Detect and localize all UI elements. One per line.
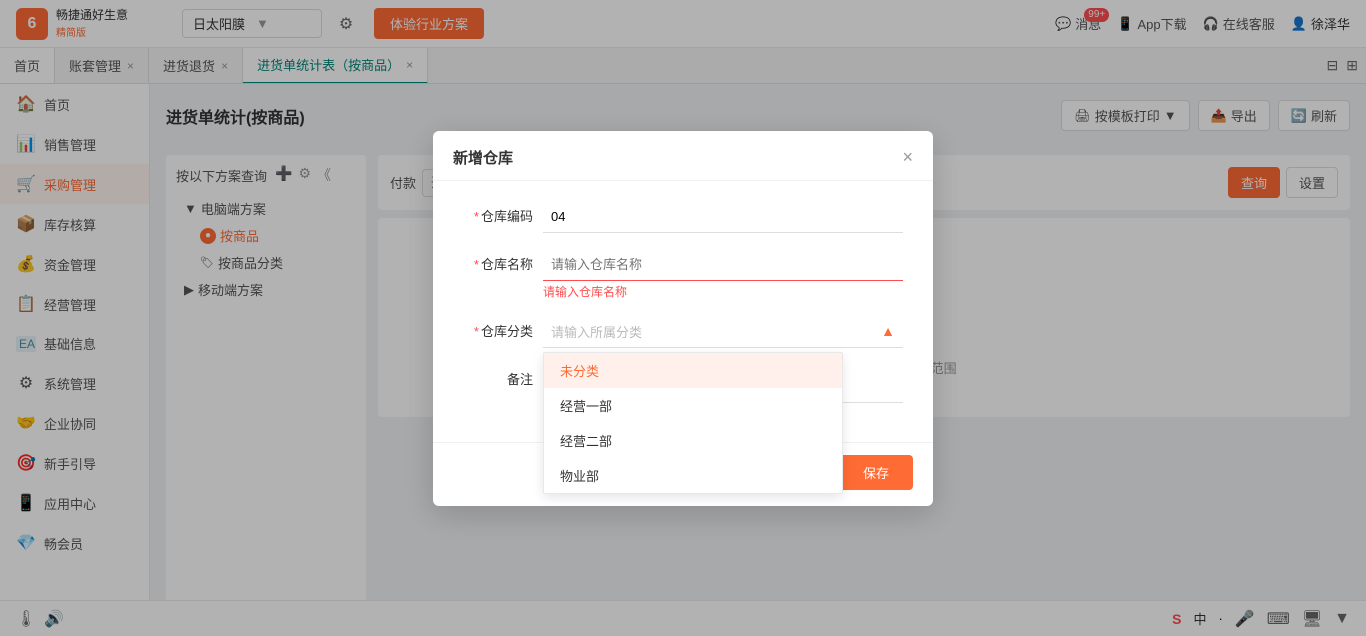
warehouse-name-input[interactable] bbox=[543, 249, 903, 281]
warehouse-class-placeholder: 请输入所属分类 bbox=[551, 322, 881, 341]
warehouse-code-control bbox=[543, 201, 903, 233]
warehouse-class-select[interactable]: 请输入所属分类 ▲ bbox=[543, 316, 903, 348]
dropdown-item-dept1-label: 经营一部 bbox=[560, 399, 612, 414]
dialog-close-button[interactable]: × bbox=[902, 148, 913, 166]
dropdown-item-unclassified[interactable]: 未分类 bbox=[544, 353, 842, 388]
dropdown-item-dept2[interactable]: 经营二部 bbox=[544, 423, 842, 458]
dialog-title: 新增仓库 bbox=[453, 147, 513, 168]
warehouse-class-dropdown: 未分类 经营一部 经营二部 物业部 bbox=[543, 352, 843, 494]
warehouse-name-control: 请输入仓库名称 bbox=[543, 249, 903, 300]
dropdown-item-property-label: 物业部 bbox=[560, 469, 599, 484]
warehouse-class-label: 仓库分类 bbox=[463, 316, 543, 348]
add-warehouse-dialog: 新增仓库 × 仓库编码 仓库名称 请输入仓库名称 仓库分类 bbox=[433, 131, 933, 506]
warehouse-code-input[interactable] bbox=[543, 201, 903, 233]
dialog-header: 新增仓库 × bbox=[433, 131, 933, 181]
warehouse-code-label: 仓库编码 bbox=[463, 201, 543, 233]
form-row-name: 仓库名称 请输入仓库名称 bbox=[463, 249, 903, 300]
select-arrow-up-icon: ▲ bbox=[881, 323, 895, 339]
save-button[interactable]: 保存 bbox=[839, 455, 913, 490]
dropdown-item-property[interactable]: 物业部 bbox=[544, 458, 842, 493]
dropdown-item-unclassified-label: 未分类 bbox=[560, 364, 599, 379]
form-row-code: 仓库编码 bbox=[463, 201, 903, 233]
warehouse-class-control: 请输入所属分类 ▲ 未分类 经营一部 经营二部 bbox=[543, 316, 903, 348]
remarks-label: 备注 bbox=[463, 364, 543, 396]
warehouse-name-label: 仓库名称 bbox=[463, 249, 543, 281]
dialog-body: 仓库编码 仓库名称 请输入仓库名称 仓库分类 请输入所属分类 bbox=[433, 181, 933, 442]
form-row-category: 仓库分类 请输入所属分类 ▲ 未分类 经营一部 bbox=[463, 316, 903, 348]
dropdown-item-dept1[interactable]: 经营一部 bbox=[544, 388, 842, 423]
warehouse-name-error: 请输入仓库名称 bbox=[543, 283, 903, 300]
dropdown-item-dept2-label: 经营二部 bbox=[560, 434, 612, 449]
modal-overlay: 新增仓库 × 仓库编码 仓库名称 请输入仓库名称 仓库分类 bbox=[0, 0, 1366, 636]
